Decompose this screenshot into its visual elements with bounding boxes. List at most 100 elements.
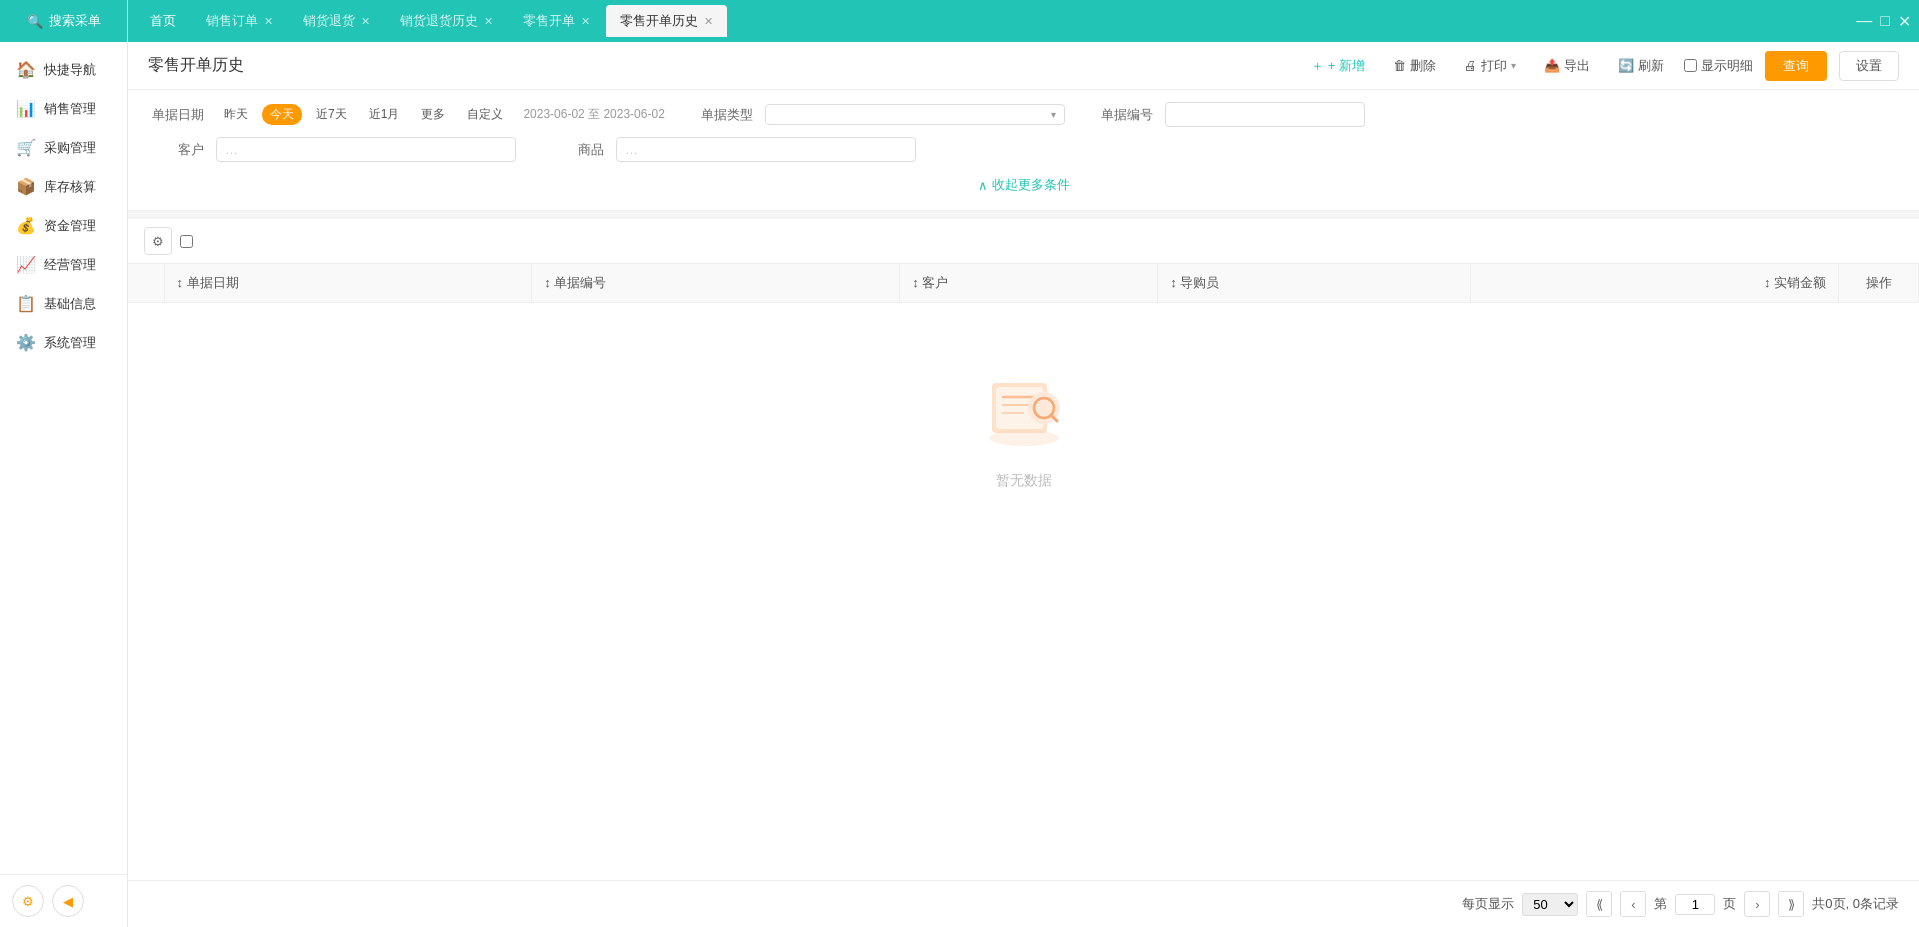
page-number-input[interactable]	[1675, 894, 1715, 915]
sidebar-label-inventory: 库存核算	[44, 178, 96, 196]
collapse-bar[interactable]: ∧ 收起更多条件	[148, 172, 1899, 202]
collapse-up-icon: ∧	[978, 178, 988, 193]
filter-area: 单据日期 昨天 今天 近7天 近1月 更多 自定义 2023-06-02 至 2…	[128, 90, 1919, 211]
page-title: 零售开单历史	[148, 55, 244, 76]
th-date: ↕ 单据日期	[164, 264, 532, 303]
sales-icon: 📊	[16, 99, 36, 118]
per-page-select[interactable]: 50 10 20 100	[1522, 893, 1578, 916]
table-header-row: ↕ 单据日期 ↕ 单据编号 ↕ 客户 ↕ 导购员	[128, 264, 1919, 303]
query-button[interactable]: 查询	[1765, 51, 1827, 81]
print-button[interactable]: 🖨 打印 ▾	[1456, 53, 1524, 79]
sidebar-item-operation[interactable]: 📈经营管理	[0, 245, 127, 284]
select-all-checkbox[interactable]	[180, 235, 193, 248]
tab-retail-history[interactable]: 零售开单历史✕	[606, 5, 727, 37]
next-page-button[interactable]: ›	[1744, 891, 1770, 917]
inventory-icon: 📦	[16, 177, 36, 196]
delete-icon: 🗑	[1393, 58, 1406, 73]
type-filter-label: 单据类型	[697, 106, 753, 124]
collapse-icon: ◀	[63, 894, 73, 909]
date-btn-today[interactable]: 今天	[262, 104, 302, 125]
tab-sales-return[interactable]: 销货退货✕	[289, 5, 384, 37]
table-settings-button[interactable]: ⚙	[144, 227, 172, 255]
sidebar-label-base: 基础信息	[44, 295, 96, 313]
tab-retail-open[interactable]: 零售开单✕	[509, 5, 604, 37]
sidebar-menu: 🏠快捷导航 📊 销售管理 🛒采购管理 📦 库存核算 💰资金管理📈经营管理 📋 基础信息 ⚙️系统管…	[0, 42, 127, 874]
purchase-icon: 🛒	[16, 138, 36, 157]
search-icon: 🔍	[27, 14, 43, 29]
prev-page-button[interactable]: ‹	[1620, 891, 1646, 917]
table-area: ⚙ ↕ 单据日期 ↕ 单据编号	[128, 219, 1919, 880]
tab-close-retail-open[interactable]: ✕	[581, 15, 590, 28]
settings-button[interactable]: ⚙	[12, 885, 44, 917]
collapse-label: 收起更多条件	[992, 176, 1070, 194]
sidebar-label-sales: 销售管理	[44, 100, 96, 118]
date-btn-more[interactable]: 更多	[413, 104, 453, 125]
total-label: 共0页, 0条记录	[1812, 895, 1899, 913]
export-button[interactable]: 📤 导出	[1536, 53, 1598, 79]
first-page-button[interactable]: ⟪	[1586, 891, 1612, 917]
add-button[interactable]: ＋ + 新增	[1303, 53, 1373, 79]
th-customer: ↕ 客户	[900, 264, 1158, 303]
delete-button[interactable]: 🗑 删除	[1385, 53, 1444, 79]
tab-sales-return-history[interactable]: 销货退货历史 ✕	[386, 5, 507, 37]
page-suffix: 页	[1723, 895, 1736, 913]
show-detail-input[interactable]	[1684, 59, 1697, 72]
customer-filter-label: 客户	[148, 141, 204, 159]
date-btn-1month[interactable]: 近1月	[361, 104, 408, 125]
pagination: 每页显示 50 10 20 100 ⟪ ‹ 第 页 › ⟫ 共0页, 0条记录	[128, 880, 1919, 927]
operation-icon: 📈	[16, 255, 36, 274]
sidebar-label-quick-nav: 快捷导航	[44, 61, 96, 79]
tab-close-retail-history[interactable]: ✕	[704, 15, 713, 28]
sidebar-item-finance[interactable]: 💰资金管理	[0, 206, 127, 245]
search-menu-button[interactable]: 🔍 搜索采单	[0, 0, 127, 42]
empty-illustration	[974, 363, 1074, 456]
tab-home[interactable]: 首页	[136, 5, 190, 37]
show-detail-checkbox[interactable]: 显示明细	[1684, 57, 1753, 75]
tab-close-sales-return-history[interactable]: ✕	[484, 15, 493, 28]
maximize-button[interactable]: □	[1880, 12, 1890, 30]
goods-select[interactable]: …	[616, 137, 916, 162]
sidebar-label-system: 系统管理	[44, 334, 96, 352]
type-select[interactable]: ▾	[765, 104, 1065, 125]
sidebar-item-quick-nav[interactable]: 🏠快捷导航	[0, 50, 127, 89]
add-icon: ＋	[1311, 57, 1324, 75]
tab-sales-order[interactable]: 销售订单 ✕	[192, 5, 287, 37]
sidebar-item-purchase[interactable]: 🛒采购管理	[0, 128, 127, 167]
refresh-icon: 🔄	[1618, 58, 1634, 73]
goods-filter-label: 商品	[548, 141, 604, 159]
filter-row-2: 客户 … 商品 …	[148, 137, 1899, 162]
close-button[interactable]: ✕	[1898, 12, 1911, 31]
goods-placeholder: …	[625, 142, 907, 157]
number-filter-label: 单据编号	[1097, 106, 1153, 124]
customer-select[interactable]: …	[216, 137, 516, 162]
refresh-button[interactable]: 🔄 刷新	[1610, 53, 1672, 79]
tab-label-sales-return-history: 销货退货历史	[400, 12, 478, 30]
empty-text: 暂无数据	[996, 472, 1052, 490]
tab-label-sales-order: 销售订单	[206, 12, 258, 30]
toolbar: ＋ + 新增 🗑 删除 🖨 打印 ▾ 📤 导出 🔄	[1303, 51, 1899, 81]
date-btn-yesterday[interactable]: 昨天	[216, 104, 256, 125]
sidebar-item-sales[interactable]: 📊 销售管理	[0, 89, 127, 128]
tab-close-sales-order[interactable]: ✕	[264, 15, 273, 28]
date-filter-label: 单据日期	[148, 106, 204, 124]
date-btn-7days[interactable]: 近7天	[308, 104, 355, 125]
tab-close-sales-return[interactable]: ✕	[361, 15, 370, 28]
sidebar-item-base[interactable]: 📋 基础信息	[0, 284, 127, 323]
minimize-button[interactable]: —	[1856, 12, 1872, 30]
last-page-button[interactable]: ⟫	[1778, 891, 1804, 917]
number-input[interactable]	[1165, 102, 1365, 127]
th-number: ↕ 单据编号	[532, 264, 900, 303]
top-nav: 首页销售订单✕销货退货✕销货退货历史✕零售开单✕零售开单历史✕ — □ ✕	[128, 0, 1919, 42]
sidebar-item-system[interactable]: ⚙️系统管理	[0, 323, 127, 362]
page-header: 零售开单历史 ＋ + 新增 🗑 删除 🖨 打印 ▾ 📤 导出	[128, 42, 1919, 90]
customer-placeholder: …	[225, 142, 507, 157]
sidebar-item-inventory[interactable]: 📦 库存核算	[0, 167, 127, 206]
sidebar-label-finance: 资金管理	[44, 217, 96, 235]
th-salesperson: ↕ 导购员	[1158, 264, 1471, 303]
collapse-button[interactable]: ◀	[52, 885, 84, 917]
base-icon: 📋	[16, 294, 36, 313]
setting-button[interactable]: 设置	[1839, 51, 1899, 81]
print-arrow-icon: ▾	[1511, 60, 1516, 71]
date-btn-custom[interactable]: 自定义	[459, 104, 511, 125]
date-range-display: 2023-06-02 至 2023-06-02	[523, 106, 664, 123]
